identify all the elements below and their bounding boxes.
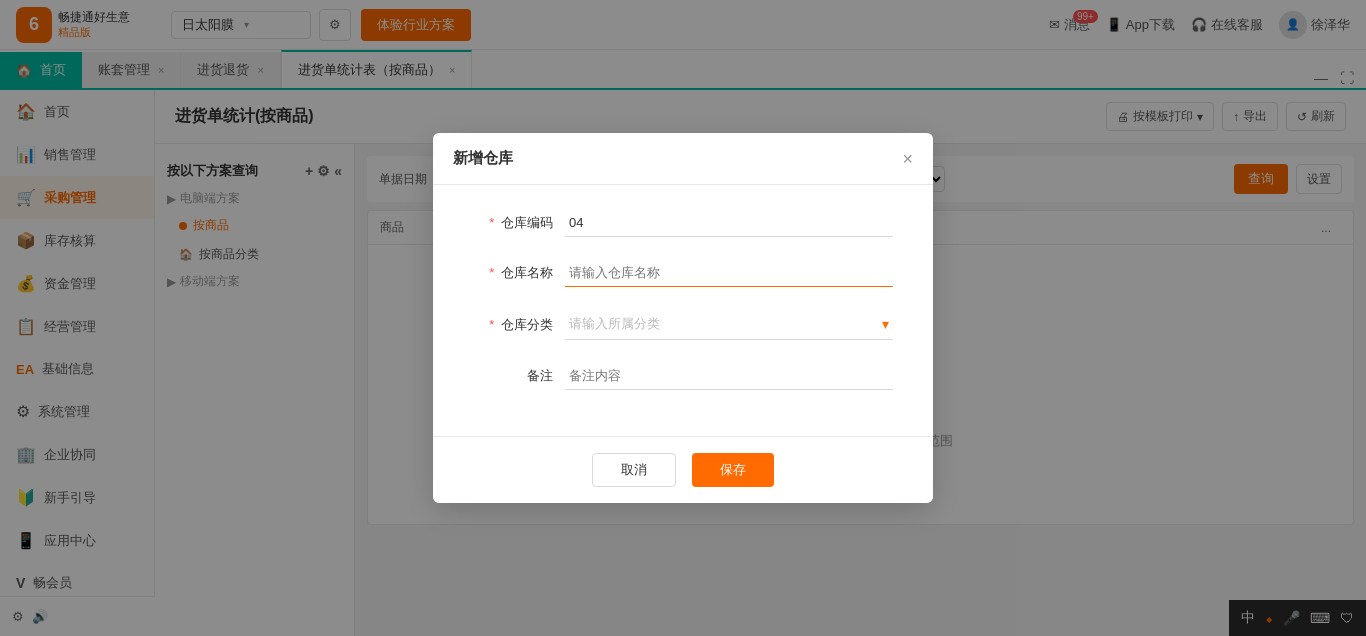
form-row-category: * 仓库分类 请输入所属分类 ▾ xyxy=(473,309,893,340)
remarks-input[interactable] xyxy=(565,362,893,390)
required-indicator: * xyxy=(489,265,494,280)
chevron-down-icon: ▾ xyxy=(882,316,889,332)
modal-body: * 仓库编码 * 仓库名称 * 仓库分类 请输入所属 xyxy=(433,185,933,436)
cancel-button[interactable]: 取消 xyxy=(592,453,676,487)
modal-footer: 取消 保存 xyxy=(433,436,933,503)
form-row-code: * 仓库编码 xyxy=(473,209,893,237)
add-warehouse-modal: 新增仓库 × * 仓库编码 * 仓库名称 xyxy=(433,133,933,503)
form-row-name: * 仓库名称 xyxy=(473,259,893,287)
warehouse-category-label: * 仓库分类 xyxy=(473,316,553,334)
required-indicator: * xyxy=(489,317,494,332)
required-indicator: * xyxy=(489,215,494,230)
modal-title: 新增仓库 xyxy=(453,149,513,168)
modal-header: 新增仓库 × xyxy=(433,133,933,185)
warehouse-name-label: * 仓库名称 xyxy=(473,264,553,282)
remarks-label: 备注 xyxy=(473,367,553,385)
warehouse-name-input[interactable] xyxy=(565,259,893,287)
modal-close-button[interactable]: × xyxy=(902,150,913,168)
warehouse-code-label: * 仓库编码 xyxy=(473,214,553,232)
form-row-remarks: 备注 xyxy=(473,362,893,390)
warehouse-category-select[interactable]: 请输入所属分类 ▾ xyxy=(565,309,893,340)
save-button[interactable]: 保存 xyxy=(692,453,774,487)
warehouse-code-input[interactable] xyxy=(565,209,893,237)
modal-overlay[interactable]: 新增仓库 × * 仓库编码 * 仓库名称 xyxy=(0,0,1366,636)
